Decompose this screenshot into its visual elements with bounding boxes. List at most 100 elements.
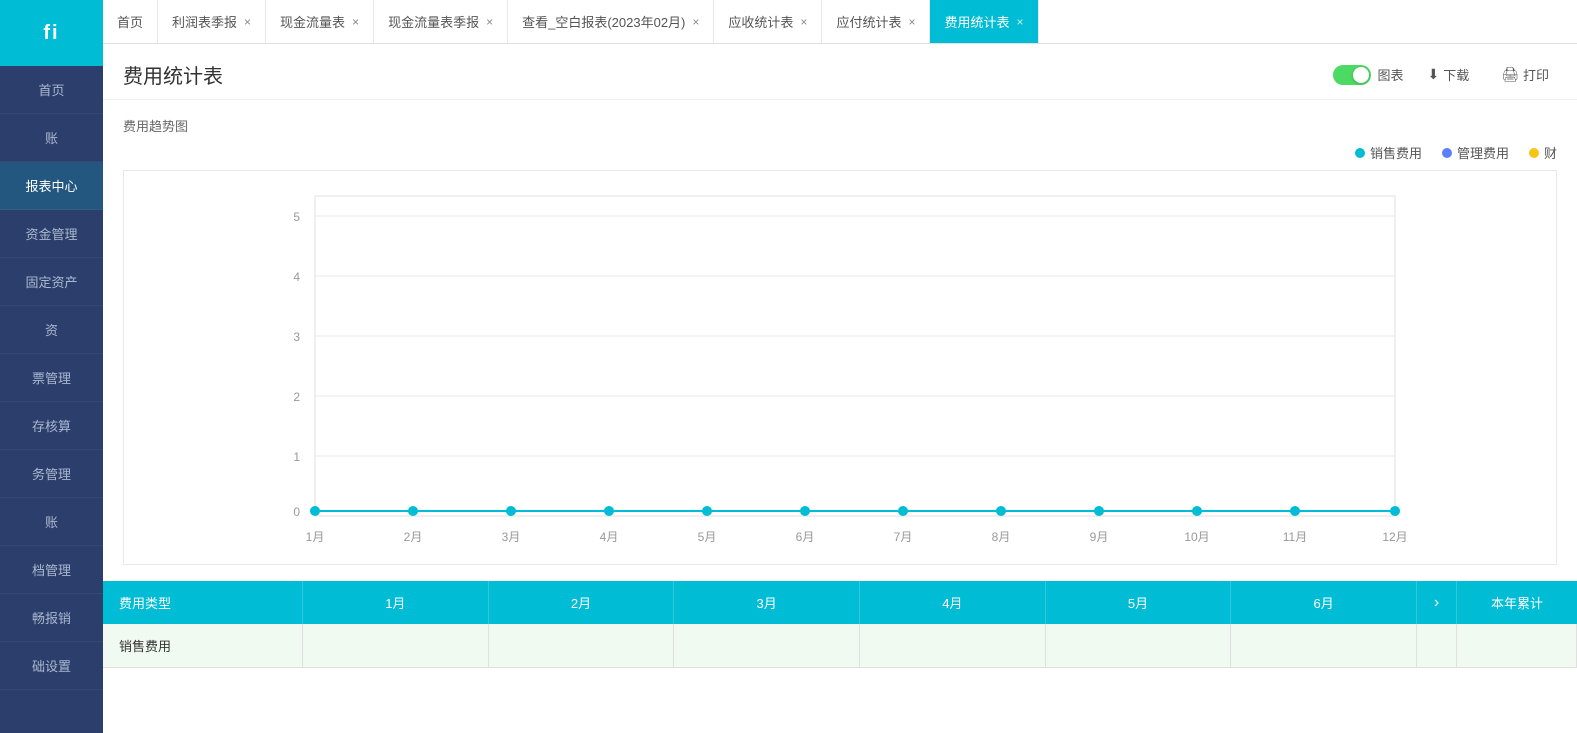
svg-text:0: 0 — [293, 505, 300, 519]
chart-title: 费用趋势图 — [123, 116, 1557, 135]
legend-dot-admin — [1442, 148, 1452, 158]
data-table: 费用类型 1月 2月 3月 4月 5月 6月 — [103, 581, 1577, 668]
sidebar-item-asset2[interactable]: 资 — [0, 306, 103, 354]
chart-container: 费用趋势图 销售费用 管理费用 财 5 — [103, 100, 1577, 581]
svg-text:6月: 6月 — [796, 530, 815, 544]
svg-text:5: 5 — [293, 210, 300, 224]
svg-text:4: 4 — [293, 270, 300, 284]
print-button[interactable]: 🖨 打印 — [1493, 61, 1557, 88]
table-header-row: 费用类型 1月 2月 3月 4月 5月 6月 — [103, 581, 1577, 624]
sidebar-item-archive[interactable]: 档管理 — [0, 546, 103, 594]
tab-payable[interactable]: 应付统计表 × — [822, 0, 930, 44]
tab-blank-report[interactable]: 查看_空白报表(2023年02月) × — [508, 0, 714, 44]
svg-text:2: 2 — [293, 390, 300, 404]
tab-expense-stat[interactable]: 费用统计表 × — [930, 0, 1038, 44]
tab-cashflow[interactable]: 现金流量表 × — [266, 0, 374, 44]
toggle-thumb — [1353, 67, 1369, 83]
th-total: 本年累计 — [1457, 581, 1577, 624]
th-nav[interactable]: › — [1417, 581, 1457, 624]
svg-text:3月: 3月 — [502, 530, 521, 544]
svg-text:5月: 5月 — [698, 530, 717, 544]
svg-text:4月: 4月 — [600, 530, 619, 544]
svg-text:9月: 9月 — [1090, 530, 1109, 544]
close-tab-cashflow-quarter[interactable]: × — [486, 16, 493, 28]
td-m1 — [303, 624, 489, 667]
svg-text:7月: 7月 — [894, 530, 913, 544]
svg-text:8月: 8月 — [992, 530, 1011, 544]
page-title: 费用统计表 — [123, 60, 223, 89]
th-m2: 2月 — [489, 581, 675, 624]
close-tab-payable[interactable]: × — [908, 16, 915, 28]
content-area: 费用统计表 图表 ⬇ 下载 🖨 打印 费用趋势图 — [103, 44, 1577, 733]
th-m3: 3月 — [674, 581, 860, 624]
td-total — [1457, 624, 1577, 667]
th-m6: 6月 — [1231, 581, 1417, 624]
sidebar-logo: fi — [0, 0, 103, 66]
tab-profit-quarter[interactable]: 利润表季报 × — [158, 0, 266, 44]
svg-text:3: 3 — [293, 330, 300, 344]
page-header: 费用统计表 图表 ⬇ 下载 🖨 打印 — [103, 44, 1577, 100]
close-tab-expense-stat[interactable]: × — [1016, 16, 1023, 28]
print-label: 打印 — [1523, 65, 1549, 84]
sidebar-item-invoice[interactable]: 票管理 — [0, 354, 103, 402]
legend-label-sales: 销售费用 — [1370, 143, 1422, 162]
sidebar-item-funds[interactable]: 资金管理 — [0, 210, 103, 258]
sidebar-item-ledger[interactable]: 账 — [0, 498, 103, 546]
sidebar-item-reports[interactable]: 报表中心 — [0, 162, 103, 210]
sidebar: fi 首页 账 报表中心 资金管理 固定资产 资 票管理 存核算 务管理 账 档… — [0, 0, 103, 733]
svg-text:12月: 12月 — [1382, 530, 1407, 544]
close-tab-cashflow[interactable]: × — [352, 16, 359, 28]
download-button[interactable]: ⬇ 下载 — [1419, 61, 1477, 88]
close-tab-blank-report[interactable]: × — [692, 16, 699, 28]
td-m5 — [1046, 624, 1232, 667]
td-type: 销售费用 — [103, 624, 303, 667]
toggle-label: 图表 — [1377, 65, 1403, 84]
legend-label-finance: 财 — [1544, 143, 1557, 162]
tab-cashflow-quarter[interactable]: 现金流量表季报 × — [374, 0, 508, 44]
sidebar-item-settings[interactable]: 础设置 — [0, 642, 103, 690]
table-row: 销售费用 — [103, 624, 1577, 668]
legend-dot-sales — [1355, 148, 1365, 158]
header-actions: 图表 ⬇ 下载 🖨 打印 — [1333, 61, 1557, 88]
td-m2 — [489, 624, 675, 667]
th-m4: 4月 — [860, 581, 1046, 624]
th-m1: 1月 — [303, 581, 489, 624]
th-m5: 5月 — [1046, 581, 1232, 624]
sidebar-item-account[interactable]: 账 — [0, 114, 103, 162]
tab-bar: 首页 利润表季报 × 现金流量表 × 现金流量表季报 × 查看_空白报表(202… — [103, 0, 1577, 44]
nav-next-button[interactable]: › — [1434, 594, 1439, 612]
svg-text:1: 1 — [293, 450, 300, 464]
svg-text:1月: 1月 — [306, 530, 325, 544]
svg-text:11月: 11月 — [1283, 530, 1307, 544]
tab-home[interactable]: 首页 — [103, 0, 158, 44]
td-m3 — [674, 624, 860, 667]
toggle-track[interactable] — [1333, 65, 1371, 85]
legend-admin: 管理费用 — [1442, 143, 1509, 162]
td-nav — [1417, 624, 1457, 667]
svg-text:2月: 2月 — [404, 530, 423, 544]
chart-svg: 5 4 3 2 1 0 — [123, 170, 1557, 565]
sidebar-item-expense[interactable]: 畅报销 — [0, 594, 103, 642]
main-area: 首页 利润表季报 × 现金流量表 × 现金流量表季报 × 查看_空白报表(202… — [103, 0, 1577, 733]
sidebar-item-inventory[interactable]: 存核算 — [0, 402, 103, 450]
print-icon: 🖨 — [1501, 66, 1519, 83]
trend-chart-svg: 5 4 3 2 1 0 — [124, 171, 1556, 561]
tab-receivable[interactable]: 应收统计表 × — [714, 0, 822, 44]
legend-label-admin: 管理费用 — [1457, 143, 1509, 162]
td-m6 — [1231, 624, 1417, 667]
th-type: 费用类型 — [103, 581, 303, 624]
close-tab-receivable[interactable]: × — [800, 16, 807, 28]
legend-dot-finance — [1529, 148, 1539, 158]
legend-sales: 销售费用 — [1355, 143, 1422, 162]
svg-text:10月: 10月 — [1184, 530, 1209, 544]
sidebar-item-business[interactable]: 务管理 — [0, 450, 103, 498]
td-m4 — [860, 624, 1046, 667]
close-tab-profit-quarter[interactable]: × — [244, 16, 251, 28]
legend-finance: 财 — [1529, 143, 1557, 162]
download-icon: ⬇ — [1427, 66, 1439, 83]
download-label: 下载 — [1443, 65, 1469, 84]
sidebar-item-home[interactable]: 首页 — [0, 66, 103, 114]
chart-toggle[interactable]: 图表 — [1333, 65, 1403, 85]
chart-legend: 销售费用 管理费用 财 — [123, 143, 1557, 162]
sidebar-item-fixed-assets[interactable]: 固定资产 — [0, 258, 103, 306]
